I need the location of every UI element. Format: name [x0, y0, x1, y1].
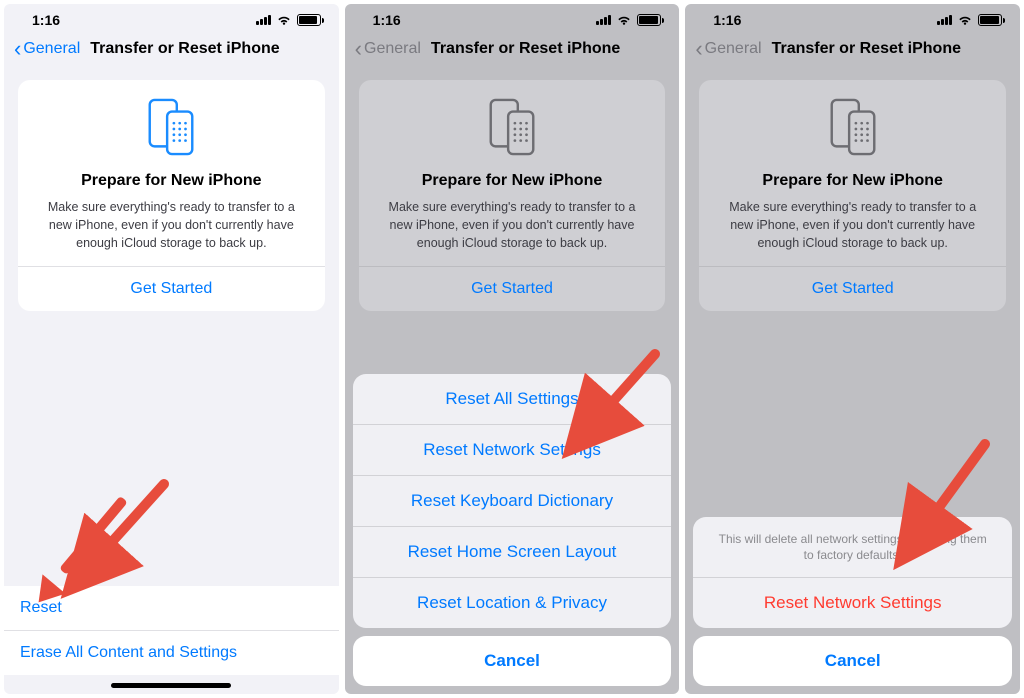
status-indicators [596, 14, 661, 26]
get-started-button: Get Started [375, 267, 650, 311]
status-time: 1:16 [32, 12, 60, 28]
bottom-actions: Reset Erase All Content and Settings [4, 586, 339, 675]
devices-icon [375, 98, 650, 158]
nav-header: ‹ General Transfer or Reset iPhone [685, 32, 1020, 70]
status-indicators [256, 14, 321, 26]
signal-icon [256, 15, 271, 25]
sheet-options: Reset All Settings Reset Network Setting… [353, 374, 672, 628]
screen-3: 1:16 ‹ General Transfer or Reset iPhone [685, 4, 1020, 694]
back-label: General [23, 40, 80, 58]
nav-header: ‹ General Transfer or Reset iPhone [345, 32, 680, 70]
page-title: Transfer or Reset iPhone [90, 40, 279, 58]
card-body: Make sure everything's ready to transfer… [715, 198, 990, 266]
page-title: Transfer or Reset iPhone [431, 40, 620, 58]
reset-all-option[interactable]: Reset All Settings [353, 374, 672, 425]
cancel-button[interactable]: Cancel [693, 636, 1012, 686]
wifi-icon [616, 14, 632, 26]
reset-home-option[interactable]: Reset Home Screen Layout [353, 527, 672, 578]
reset-row[interactable]: Reset [4, 586, 339, 631]
chevron-left-icon: ‹ [14, 38, 21, 60]
reset-action-sheet: Reset All Settings Reset Network Setting… [353, 374, 672, 686]
reset-keyboard-option[interactable]: Reset Keyboard Dictionary [353, 476, 672, 527]
wifi-icon [957, 14, 973, 26]
wifi-icon [276, 14, 292, 26]
status-indicators [937, 14, 1002, 26]
sheet-confirm-group: This will delete all network settings, r… [693, 517, 1012, 628]
screen-2: 1:16 ‹ General Transfer or Reset iPhone [345, 4, 680, 694]
back-label: General [705, 40, 762, 58]
chevron-left-icon: ‹ [695, 38, 702, 60]
back-label: General [364, 40, 421, 58]
confirm-message: This will delete all network settings, r… [693, 517, 1012, 578]
card-body: Make sure everything's ready to transfer… [34, 198, 309, 266]
card-heading: Prepare for New iPhone [375, 172, 650, 190]
card-heading: Prepare for New iPhone [34, 172, 309, 190]
status-time: 1:16 [713, 12, 741, 28]
card-body: Make sure everything's ready to transfer… [375, 198, 650, 266]
signal-icon [937, 15, 952, 25]
card-heading: Prepare for New iPhone [715, 172, 990, 190]
nav-header: ‹ General Transfer or Reset iPhone [4, 32, 339, 70]
devices-icon [34, 98, 309, 158]
battery-icon [637, 14, 661, 26]
reset-location-option[interactable]: Reset Location & Privacy [353, 578, 672, 628]
page-title: Transfer or Reset iPhone [772, 40, 961, 58]
status-time: 1:16 [373, 12, 401, 28]
reset-network-option[interactable]: Reset Network Settings [353, 425, 672, 476]
chevron-left-icon: ‹ [355, 38, 362, 60]
prepare-card: Prepare for New iPhone Make sure everyth… [18, 80, 325, 311]
cancel-button[interactable]: Cancel [353, 636, 672, 686]
back-button[interactable]: ‹ General [14, 38, 80, 60]
confirm-action-sheet: This will delete all network settings, r… [693, 517, 1012, 686]
get-started-button: Get Started [715, 267, 990, 311]
home-indicator[interactable] [111, 683, 231, 688]
confirm-reset-network-button[interactable]: Reset Network Settings [693, 578, 1012, 628]
prepare-card: Prepare for New iPhone Make sure everyth… [699, 80, 1006, 311]
status-bar: 1:16 [345, 4, 680, 32]
devices-icon [715, 98, 990, 158]
signal-icon [596, 15, 611, 25]
status-bar: 1:16 [685, 4, 1020, 32]
status-bar: 1:16 [4, 4, 339, 32]
screen-1: 1:16 ‹ General Transfer or Reset iPhone [4, 4, 339, 694]
prepare-card: Prepare for New iPhone Make sure everyth… [359, 80, 666, 311]
back-button: ‹ General [695, 38, 761, 60]
get-started-button[interactable]: Get Started [34, 267, 309, 311]
battery-icon [978, 14, 1002, 26]
back-button: ‹ General [355, 38, 421, 60]
erase-row[interactable]: Erase All Content and Settings [4, 631, 339, 675]
battery-icon [297, 14, 321, 26]
